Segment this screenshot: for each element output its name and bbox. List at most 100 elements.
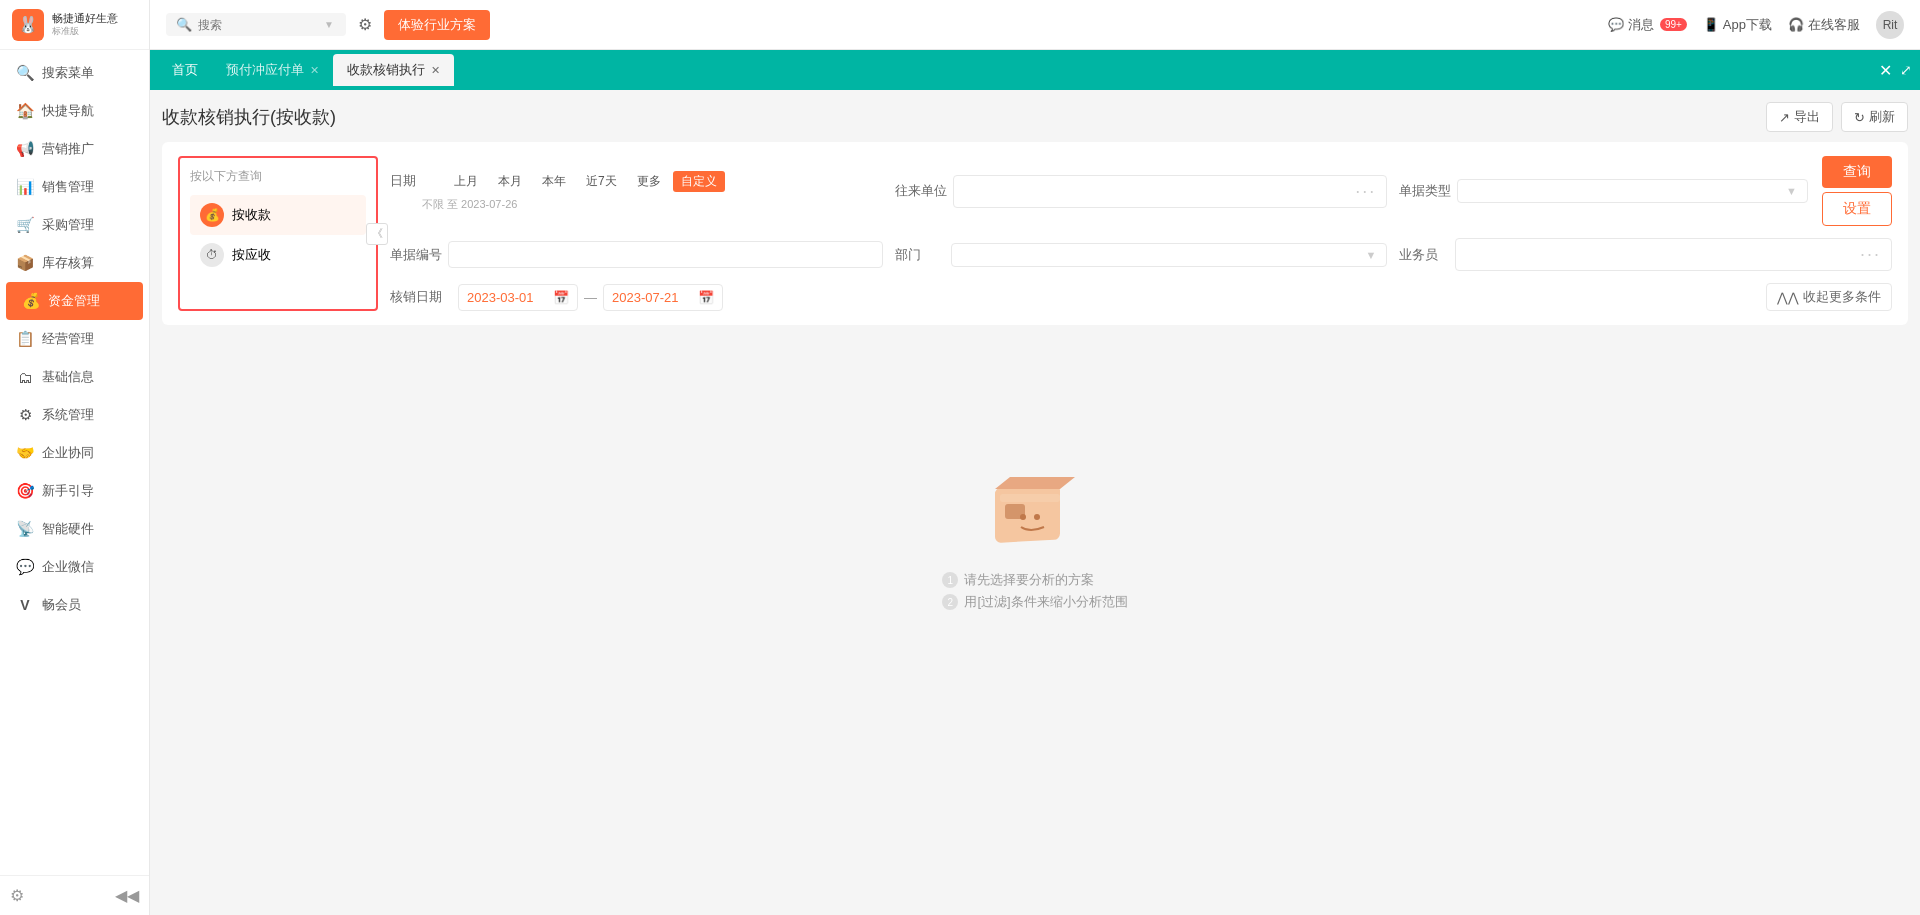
staff-label: 业务员	[1399, 246, 1449, 264]
filter-option2-label: 按应收	[232, 246, 271, 264]
online-service-label: 在线客服	[1808, 16, 1860, 34]
doc-no-input[interactable]	[448, 241, 883, 268]
refresh-icon: ↻	[1854, 110, 1865, 125]
sidebar-item-marketing[interactable]: 📢 营销推广	[0, 130, 149, 168]
phone-icon: 📱	[1703, 17, 1719, 32]
page-content: 收款核销执行(按收款) ↗ 导出 ↻ 刷新 按以下方查询 💰 按收款	[150, 90, 1920, 915]
filter-collapse-button[interactable]: 《	[366, 223, 388, 245]
dept-select[interactable]: ▼	[951, 243, 1388, 267]
tab-prepay[interactable]: 预付冲应付单 ✕	[212, 54, 333, 86]
refresh-button[interactable]: ↻ 刷新	[1841, 102, 1908, 132]
sidebar-item-label: 库存核算	[42, 254, 94, 272]
date-range-separator: —	[584, 290, 597, 305]
sidebar-item-wechat[interactable]: 💬 企业微信	[0, 548, 149, 586]
staff-field: 业务员 ···	[1399, 238, 1892, 271]
tab-bar: 首页 预付冲应付单 ✕ 收款核销执行 ✕ ✕ ⤢	[150, 50, 1920, 90]
sidebar-item-system[interactable]: ⚙ 系统管理	[0, 396, 149, 434]
filter-fields-area: 日期 上月 本月 本年 近7天 更多 自定义 不限 至 2023-0	[390, 156, 1892, 311]
basic-icon: 🗂	[16, 369, 34, 386]
empty-steps: 1 请先选择要分析的方案 2 用[过滤]条件来缩小分析范围	[942, 571, 1127, 611]
settings-button[interactable]: 设置	[1822, 192, 1892, 226]
settings-icon[interactable]: ⚙	[10, 886, 24, 905]
collapse-more-button[interactable]: ⋀⋀ 收起更多条件	[1766, 283, 1892, 311]
verify-start-date[interactable]: 2023-03-01 📅	[458, 284, 578, 311]
verify-end-date[interactable]: 2023-07-21 📅	[603, 284, 723, 311]
receipt-option-icon: 💰	[200, 203, 224, 227]
sidebar-item-label: 智能硬件	[42, 520, 94, 538]
collapse-more-container: ⋀⋀ 收起更多条件	[1766, 283, 1892, 311]
sidebar-item-finance[interactable]: 💰 资金管理	[6, 282, 143, 320]
service-icon: 🎧	[1788, 17, 1804, 32]
more-date-btn[interactable]: 更多	[629, 171, 669, 192]
search-input[interactable]	[198, 18, 318, 32]
query-button[interactable]: 查询	[1822, 156, 1892, 188]
empty-step-1: 1 请先选择要分析的方案	[942, 571, 1127, 589]
logo-area: 🐰 畅捷通好生意 标准版	[0, 0, 149, 50]
doc-no-label: 单据编号	[390, 246, 442, 264]
this-month-btn[interactable]: 本月	[490, 171, 530, 192]
collapse-sidebar-icon[interactable]: ◀◀	[115, 886, 139, 905]
empty-state: 1 请先选择要分析的方案 2 用[过滤]条件来缩小分析范围	[162, 335, 1908, 735]
svg-point-4	[1020, 514, 1026, 520]
query-actions: 查询 设置	[1822, 156, 1892, 226]
sidebar-item-basic[interactable]: 🗂 基础信息	[0, 358, 149, 396]
sidebar-item-collab[interactable]: 🤝 企业协同	[0, 434, 149, 472]
last-month-btn[interactable]: 上月	[446, 171, 486, 192]
refresh-label: 刷新	[1869, 108, 1895, 126]
message-badge: 99+	[1660, 18, 1687, 31]
page-title: 收款核销执行(按收款)	[162, 105, 336, 129]
export-icon: ↗	[1779, 110, 1790, 125]
message-icon: 💬	[1608, 17, 1624, 32]
close-window-icon[interactable]: ✕	[1879, 61, 1892, 80]
staff-dots-icon: ···	[1860, 244, 1881, 265]
partner-input[interactable]: ···	[953, 175, 1388, 208]
date-sublabel: 不限 至 2023-07-26	[422, 198, 517, 210]
collab-icon: 🤝	[16, 444, 34, 462]
main-area: 🔍 ▼ ⚙ 体验行业方案 💬 消息 99+ 📱 App下载 🎧 在线客服 Rit	[150, 0, 1920, 915]
sidebar-item-hardware[interactable]: 📡 智能硬件	[0, 510, 149, 548]
last-7days-btn[interactable]: 近7天	[578, 171, 625, 192]
dept-label: 部门	[895, 246, 945, 264]
sidebar-item-label: 经营管理	[42, 330, 94, 348]
export-button[interactable]: ↗ 导出	[1766, 102, 1833, 132]
topbar-search-box[interactable]: 🔍 ▼	[166, 13, 346, 36]
calendar-end-icon: 📅	[698, 290, 714, 305]
business-icon: 📋	[16, 330, 34, 348]
sidebar-item-quicknav[interactable]: 🏠 快捷导航	[0, 92, 149, 130]
tab-home[interactable]: 首页	[158, 54, 212, 86]
sidebar-item-label: 资金管理	[48, 292, 100, 310]
custom-date-btn[interactable]: 自定义	[673, 171, 725, 192]
sidebar-item-inventory[interactable]: 📦 库存核算	[0, 244, 149, 282]
sidebar-item-sales[interactable]: 📊 销售管理	[0, 168, 149, 206]
message-button[interactable]: 💬 消息 99+	[1608, 16, 1687, 34]
sidebar-item-guide[interactable]: 🎯 新手引导	[0, 472, 149, 510]
page-actions: ↗ 导出 ↻ 刷新	[1766, 102, 1908, 132]
expand-icon[interactable]: ⤢	[1900, 62, 1912, 78]
sidebar-item-label: 快捷导航	[42, 102, 94, 120]
app-download-label: App下载	[1723, 16, 1772, 34]
tab-prepay-close[interactable]: ✕	[310, 64, 319, 77]
doc-type-select[interactable]: ▼	[1457, 179, 1808, 203]
tab-collect[interactable]: 收款核销执行 ✕	[333, 54, 454, 86]
sidebar-item-purchase[interactable]: 🛒 采购管理	[0, 206, 149, 244]
search-icon: 🔍	[176, 17, 192, 32]
gear-icon[interactable]: ⚙	[358, 15, 372, 34]
solution-button[interactable]: 体验行业方案	[384, 10, 490, 40]
sidebar-item-search[interactable]: 🔍 搜索菜单	[0, 54, 149, 92]
user-avatar[interactable]: Rit	[1876, 11, 1904, 39]
app-download-button[interactable]: 📱 App下载	[1703, 16, 1772, 34]
sidebar-item-label: 搜索菜单	[42, 64, 94, 82]
sidebar-nav: 🔍 搜索菜单 🏠 快捷导航 📢 营销推广 📊 销售管理 🛒 采购管理 📦 库存核…	[0, 50, 149, 875]
staff-input[interactable]: ···	[1455, 238, 1892, 271]
online-service-button[interactable]: 🎧 在线客服	[1788, 16, 1860, 34]
date-quick-buttons: 上月 本月 本年 近7天 更多 自定义	[446, 171, 725, 192]
filter-option-by-receipt[interactable]: 💰 按收款	[190, 195, 366, 235]
filter-option-by-receivable[interactable]: ⏱ 按应收	[190, 235, 366, 275]
this-year-btn[interactable]: 本年	[534, 171, 574, 192]
tab-collect-close[interactable]: ✕	[431, 64, 440, 77]
sidebar-item-label: 系统管理	[42, 406, 94, 424]
sidebar-item-label: 企业协同	[42, 444, 94, 462]
marketing-icon: 📢	[16, 140, 34, 158]
sidebar-item-business[interactable]: 📋 经营管理	[0, 320, 149, 358]
sidebar-item-member[interactable]: V 畅会员	[0, 586, 149, 624]
